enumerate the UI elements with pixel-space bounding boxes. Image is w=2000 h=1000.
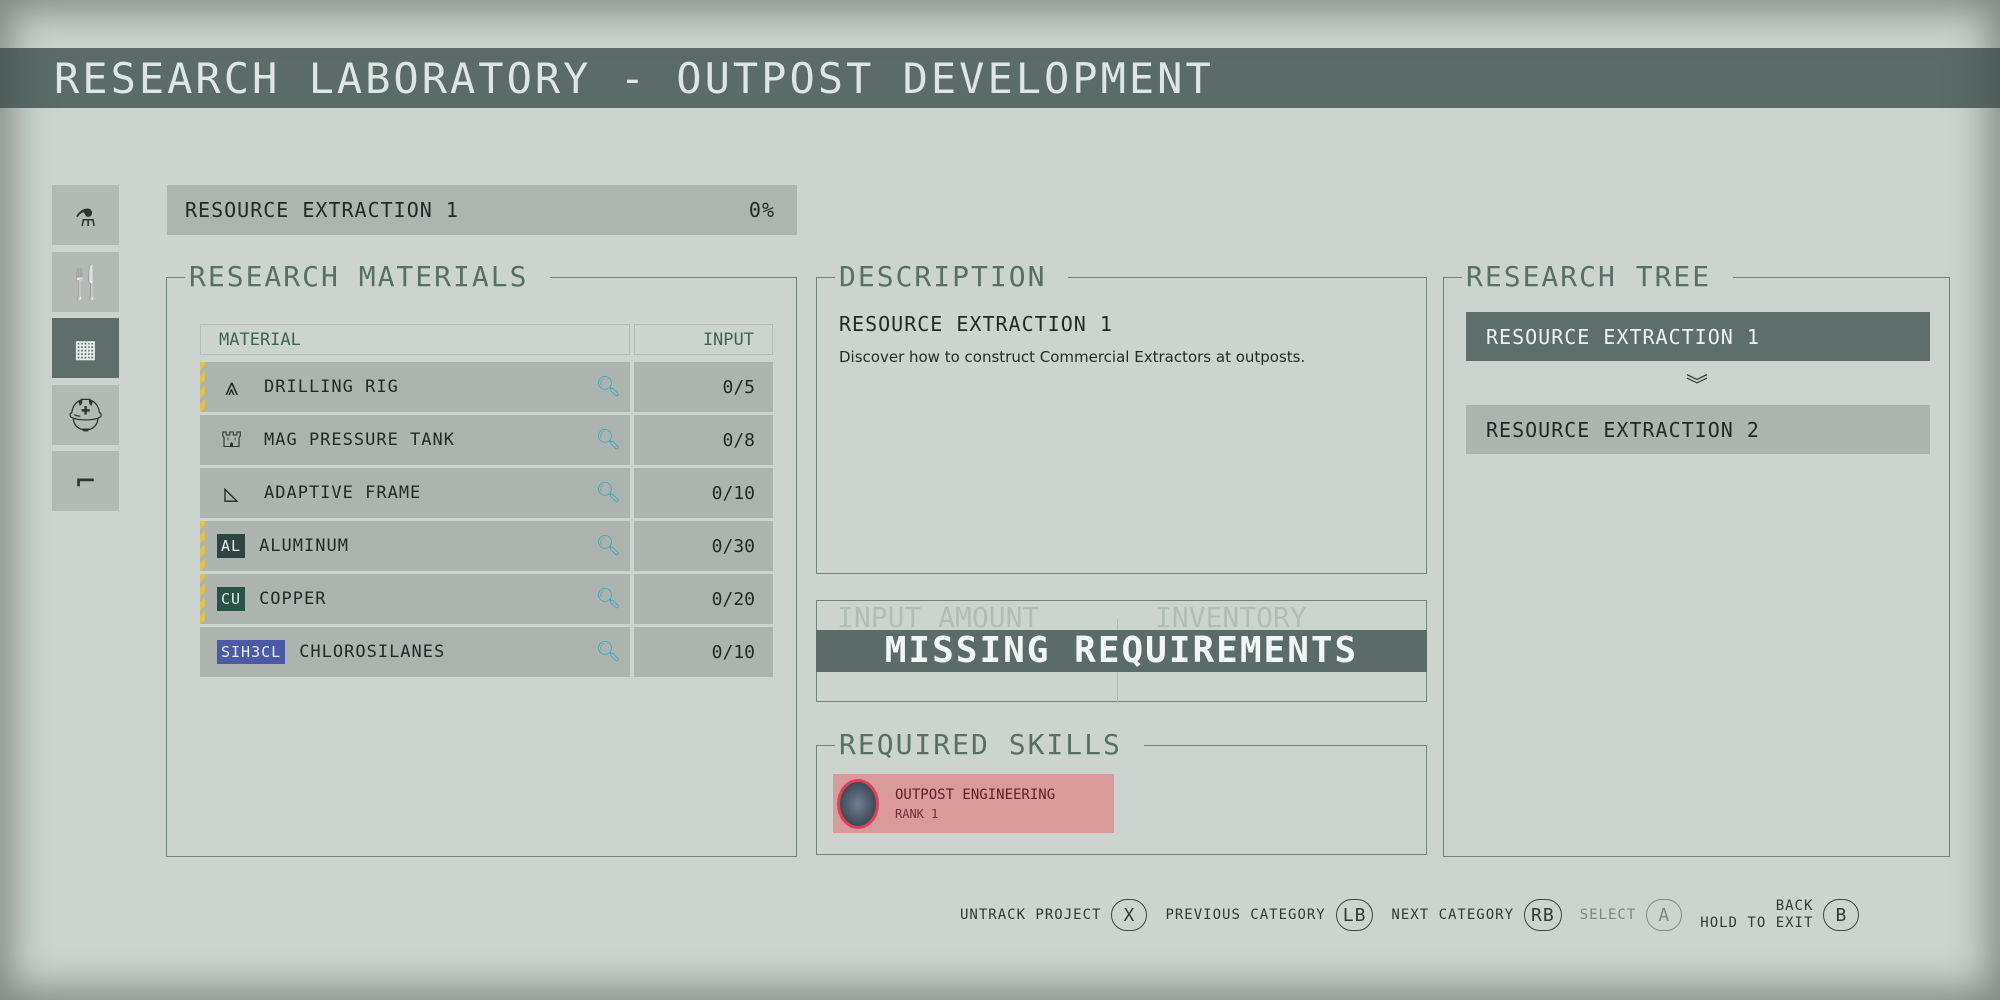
project-name: RESOURCE EXTRACTION 1: [185, 198, 459, 222]
material-name: CHLOROSILANES: [299, 642, 446, 662]
sidebar-tab-4[interactable]: ⌐: [52, 451, 119, 511]
controller-button-icon: B: [1823, 899, 1860, 931]
sidebar-tab-0[interactable]: ⚗: [52, 185, 119, 245]
search-icon[interactable]: 🔍︎: [596, 374, 622, 398]
material-row[interactable]: ◺ ADAPTIVE FRAME 🔍︎ 0/10: [200, 468, 773, 518]
controller-button-icon: LB: [1335, 899, 1374, 931]
tank-icon: ⛫: [220, 424, 244, 453]
material-name: ALUMINUM: [259, 536, 349, 556]
tracked-flag: [200, 574, 205, 624]
element-badge-icon: CU: [217, 587, 246, 611]
action-label-secondary: HOLD TO EXIT: [1700, 915, 1814, 931]
material-row[interactable]: ⛫ MAG PRESSURE TANK 🔍︎ 0/8: [200, 415, 773, 465]
material-name: DRILLING RIG: [264, 377, 399, 397]
material-input: 0/30: [634, 521, 773, 571]
element-badge-icon: SIH3CL: [217, 640, 286, 664]
element-badge-icon: AL: [217, 534, 246, 558]
frame-icon: ◺: [224, 479, 240, 507]
footer-action-rb[interactable]: NEXT CATEGORY RB: [1391, 899, 1579, 931]
search-icon[interactable]: 🔍︎: [596, 533, 622, 557]
panel-title: REQUIRED SKILLS: [835, 728, 1144, 761]
controller-button-icon: X: [1111, 899, 1148, 931]
material-row[interactable]: CU COPPER 🔍︎ 0/20: [200, 574, 773, 624]
description-text: Discover how to construct Commercial Ext…: [839, 348, 1306, 366]
sidebar-tab-2[interactable]: ▦: [52, 318, 119, 378]
panel-title: RESEARCH MATERIALS: [185, 260, 551, 293]
skill-name: OUTPOST ENGINEERING: [895, 787, 1056, 803]
skill-avatar: [837, 779, 879, 829]
research-tree-panel: RESEARCH TREE: [1443, 260, 1950, 857]
helmet-icon: ⛑: [65, 395, 106, 434]
panel-title: RESEARCH TREE: [1462, 260, 1734, 293]
controller-button-icon: A: [1646, 899, 1683, 931]
material-input: 0/8: [634, 415, 773, 465]
weapon-icon: ⌐: [75, 462, 96, 500]
controller-button-icon: RB: [1524, 899, 1562, 931]
description-heading: RESOURCE EXTRACTION 1: [839, 312, 1113, 336]
material-row[interactable]: SIH3CL CHLOROSILANES 🔍︎ 0/10: [200, 627, 773, 677]
tree-item-resource-extraction-2[interactable]: RESOURCE EXTRACTION 2: [1466, 405, 1930, 454]
tracked-project-bar[interactable]: RESOURCE EXTRACTION 1 0%: [167, 185, 797, 235]
footer-action-b[interactable]: BACK HOLD TO EXIT B: [1700, 898, 1877, 932]
food-icon: 🍴: [65, 262, 106, 301]
input-amount-box: INPUT AMOUNT INVENTORY MISSING REQUIREME…: [816, 600, 1427, 703]
search-icon[interactable]: 🔍︎: [596, 427, 622, 451]
material-row[interactable]: ⩓ DRILLING RIG 🔍︎ 0/5: [200, 362, 773, 412]
material-name: MAG PRESSURE TANK: [264, 430, 455, 450]
action-label: PREVIOUS CATEGORY: [1165, 907, 1326, 923]
action-label: SELECT: [1579, 907, 1637, 923]
material-name: COPPER: [259, 589, 327, 609]
project-progress: 0%: [748, 198, 775, 222]
search-icon[interactable]: 🔍︎: [596, 639, 622, 663]
material-input: 0/10: [634, 468, 773, 518]
search-icon[interactable]: 🔍︎: [596, 586, 622, 610]
material-row[interactable]: AL ALUMINUM 🔍︎ 0/30: [200, 521, 773, 571]
footer-action-a[interactable]: SELECT A: [1580, 899, 1701, 931]
column-header-material: MATERIAL: [200, 324, 630, 355]
outpost-icon: ▦: [75, 329, 96, 367]
action-label: BACK: [1775, 898, 1814, 914]
material-input: 0/10: [634, 627, 773, 677]
footer-action-lb[interactable]: PREVIOUS CATEGORY LB: [1165, 899, 1391, 931]
page-title: RESEARCH LABORATORY - OUTPOST DEVELOPMEN…: [0, 48, 2000, 108]
skill-card[interactable]: OUTPOST ENGINEERING RANK 1: [833, 774, 1114, 833]
action-label: UNTRACK PROJECT: [960, 907, 1102, 923]
tracked-flag: [200, 521, 205, 571]
panel-title: DESCRIPTION: [835, 260, 1069, 293]
missing-requirements-banner: MISSING REQUIREMENTS: [816, 630, 1427, 672]
tracked-flag: [200, 362, 205, 412]
action-label: NEXT CATEGORY: [1391, 907, 1514, 923]
skill-rank: RANK 1: [895, 807, 939, 821]
required-skills-panel: REQUIRED SKILLS OUTPOST ENGINEERING RANK…: [816, 728, 1427, 855]
drilling-rig-icon: ⩓: [224, 373, 240, 401]
material-input: 0/5: [634, 362, 773, 412]
column-header-input: INPUT: [634, 324, 773, 355]
material-input: 0/20: [634, 574, 773, 624]
material-name: ADAPTIVE FRAME: [264, 483, 422, 503]
sidebar-tab-3[interactable]: ⛑: [52, 384, 119, 445]
description-panel: DESCRIPTION RESOURCE EXTRACTION 1 Discov…: [816, 260, 1427, 574]
tree-item-resource-extraction-1[interactable]: RESOURCE EXTRACTION 1: [1466, 312, 1930, 361]
chevron-down-icon: ︾: [1686, 374, 1709, 399]
search-icon[interactable]: 🔍︎: [596, 480, 622, 504]
flask-icon: ⚗: [75, 196, 96, 234]
footer-action-x[interactable]: UNTRACK PROJECT X: [960, 899, 1165, 931]
sidebar-tab-1[interactable]: 🍴: [52, 251, 119, 312]
